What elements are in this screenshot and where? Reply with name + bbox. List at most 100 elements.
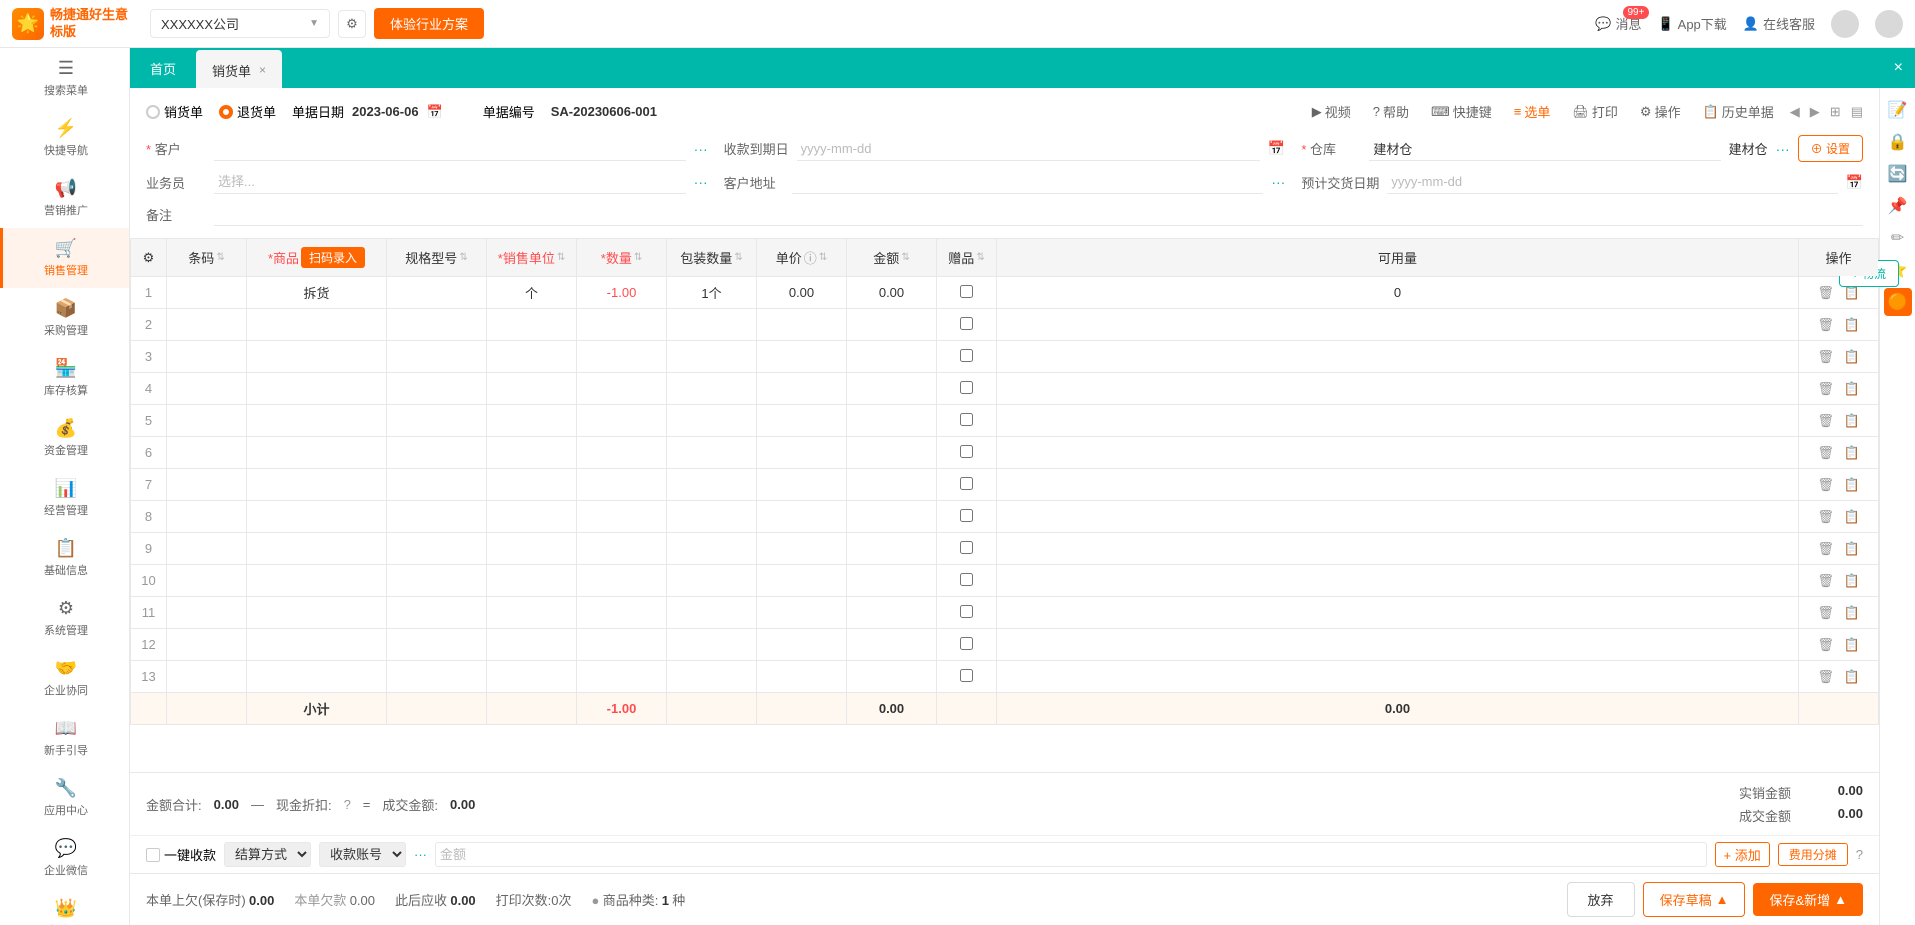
sidebar-item-marketing[interactable]: 📢 营销推广 <box>0 168 129 228</box>
cell-qty[interactable] <box>577 629 667 661</box>
cell-qty[interactable] <box>577 309 667 341</box>
cell-spec[interactable] <box>387 373 487 405</box>
cell-barcode[interactable] <box>167 629 247 661</box>
operate-btn[interactable]: ⚙ 操作 <box>1634 100 1687 123</box>
company-selector[interactable]: XXXXXX公司 ▼ <box>150 9 330 38</box>
sort-amount[interactable]: ⇅ <box>901 252 909 263</box>
grid-icon1[interactable]: ⊞ <box>1830 104 1841 120</box>
delete-icon[interactable]: 🗑 <box>1817 573 1834 588</box>
cell-product[interactable] <box>247 661 387 693</box>
abandon-btn[interactable]: 放弃 <box>1567 882 1635 917</box>
delete-icon[interactable]: 🗑 <box>1817 541 1834 556</box>
tab-sales-order[interactable]: 销货单 × <box>196 50 282 90</box>
cell-product[interactable] <box>247 341 387 373</box>
cell-product[interactable] <box>247 597 387 629</box>
save-draft-btn[interactable]: 保存草稿 ▲ <box>1643 882 1746 917</box>
cell-barcode[interactable] <box>167 533 247 565</box>
tab-home[interactable]: 首页 <box>130 48 196 88</box>
cell-gift[interactable] <box>937 565 997 597</box>
cell-spec[interactable] <box>387 597 487 629</box>
delete-icon[interactable]: 🗑 <box>1817 477 1834 492</box>
cell-price[interactable] <box>757 533 847 565</box>
cell-gift[interactable] <box>937 661 997 693</box>
cell-spec[interactable] <box>387 533 487 565</box>
cell-product[interactable] <box>247 629 387 661</box>
cell-gift[interactable] <box>937 277 997 309</box>
delete-icon[interactable]: 🗑 <box>1817 349 1834 364</box>
cell-barcode[interactable] <box>167 341 247 373</box>
next-icon[interactable]: ▶ <box>1810 104 1820 120</box>
cell-qty[interactable] <box>577 565 667 597</box>
rp-notes-icon[interactable]: 📝 <box>1884 96 1912 124</box>
cell-gift[interactable] <box>937 629 997 661</box>
copy-icon[interactable]: 📋 <box>1843 317 1859 332</box>
cell-gift[interactable] <box>937 533 997 565</box>
sidebar-item-search[interactable]: ☰ 搜索菜单 <box>0 48 129 108</box>
cell-spec[interactable] <box>387 565 487 597</box>
cell-barcode[interactable] <box>167 469 247 501</box>
shortcut-btn[interactable]: ⌨ 快捷键 <box>1425 100 1498 123</box>
grid-icon2[interactable]: ▤ <box>1851 104 1863 120</box>
delete-icon[interactable]: 🗑 <box>1817 605 1834 620</box>
delete-icon[interactable]: 🗑 <box>1817 413 1834 428</box>
cell-qty[interactable]: -1.00 <box>577 277 667 309</box>
cell-spec[interactable] <box>387 629 487 661</box>
cell-qty[interactable] <box>577 469 667 501</box>
cell-price[interactable] <box>757 405 847 437</box>
avatar2[interactable] <box>1875 10 1903 38</box>
copy-icon[interactable]: 📋 <box>1843 541 1859 556</box>
cell-gift[interactable] <box>937 405 997 437</box>
sort-qty[interactable]: ⇅ <box>634 252 642 263</box>
delete-icon[interactable]: 🗑 <box>1817 669 1834 684</box>
sidebar-item-purchase[interactable]: 📦 采购管理 <box>0 288 129 348</box>
cell-spec[interactable] <box>387 405 487 437</box>
discount-info-icon[interactable]: ? <box>344 797 351 812</box>
copy-icon[interactable]: 📋 <box>1843 477 1859 492</box>
tab-close-right-icon[interactable]: × <box>1882 59 1915 77</box>
customer-addr-ellipsis[interactable]: ··· <box>1271 174 1285 190</box>
cell-price[interactable] <box>757 437 847 469</box>
prev-icon[interactable]: ◀ <box>1790 104 1800 120</box>
cell-gift[interactable] <box>937 373 997 405</box>
cell-spec[interactable] <box>387 661 487 693</box>
cell-barcode[interactable] <box>167 501 247 533</box>
cell-gift[interactable] <box>937 501 997 533</box>
cell-price[interactable] <box>757 309 847 341</box>
cell-price[interactable] <box>757 373 847 405</box>
delete-icon[interactable]: 🗑 <box>1817 317 1834 332</box>
tab-close-icon[interactable]: × <box>259 63 266 77</box>
copy-icon[interactable]: 📋 <box>1843 637 1859 652</box>
app-download-button[interactable]: 📱 App下载 <box>1657 14 1726 33</box>
delete-icon[interactable]: 🗑 <box>1817 637 1834 652</box>
cell-barcode[interactable] <box>167 277 247 309</box>
cell-qty[interactable] <box>577 341 667 373</box>
cell-barcode[interactable] <box>167 597 247 629</box>
price-info-icon[interactable]: ⓘ <box>804 248 817 267</box>
sidebar-item-sales[interactable]: 🛒 销售管理 <box>0 228 129 288</box>
delete-icon[interactable]: 🗑 <box>1817 445 1834 460</box>
sort-price[interactable]: ⇅ <box>819 252 827 263</box>
copy-icon[interactable]: 📋 <box>1843 509 1859 524</box>
cell-qty[interactable] <box>577 437 667 469</box>
add-payment-btn[interactable]: + 添加 <box>1715 842 1770 867</box>
cell-product[interactable]: 拆货 <box>247 277 387 309</box>
save-new-btn[interactable]: 保存&新增 ▲ <box>1753 883 1863 916</box>
sort-spec[interactable]: ⇅ <box>459 252 467 263</box>
history-btn[interactable]: 📋 历史单据 <box>1697 100 1780 123</box>
cell-barcode[interactable] <box>167 309 247 341</box>
radio-return[interactable]: 退货单 <box>219 102 276 121</box>
sidebar-item-guide[interactable]: 📖 新手引导 <box>0 708 129 768</box>
video-btn[interactable]: ▶ 视频 <box>1306 100 1357 123</box>
cell-qty[interactable] <box>577 501 667 533</box>
sidebar-item-vip[interactable]: 👑 畅会员 <box>0 888 129 925</box>
trial-button[interactable]: 体验行业方案 <box>374 8 484 39</box>
cell-product[interactable] <box>247 501 387 533</box>
account-ellipsis[interactable]: ··· <box>414 847 427 862</box>
copy-icon[interactable]: 📋 <box>1843 445 1859 460</box>
sidebar-item-apps[interactable]: 🔧 应用中心 <box>0 768 129 828</box>
settings-form-btn[interactable]: ⊕ 设置 <box>1798 135 1863 162</box>
due-date-input[interactable] <box>797 137 1260 161</box>
copy-icon[interactable]: 📋 <box>1843 605 1859 620</box>
cell-price[interactable] <box>757 629 847 661</box>
cell-price[interactable] <box>757 565 847 597</box>
